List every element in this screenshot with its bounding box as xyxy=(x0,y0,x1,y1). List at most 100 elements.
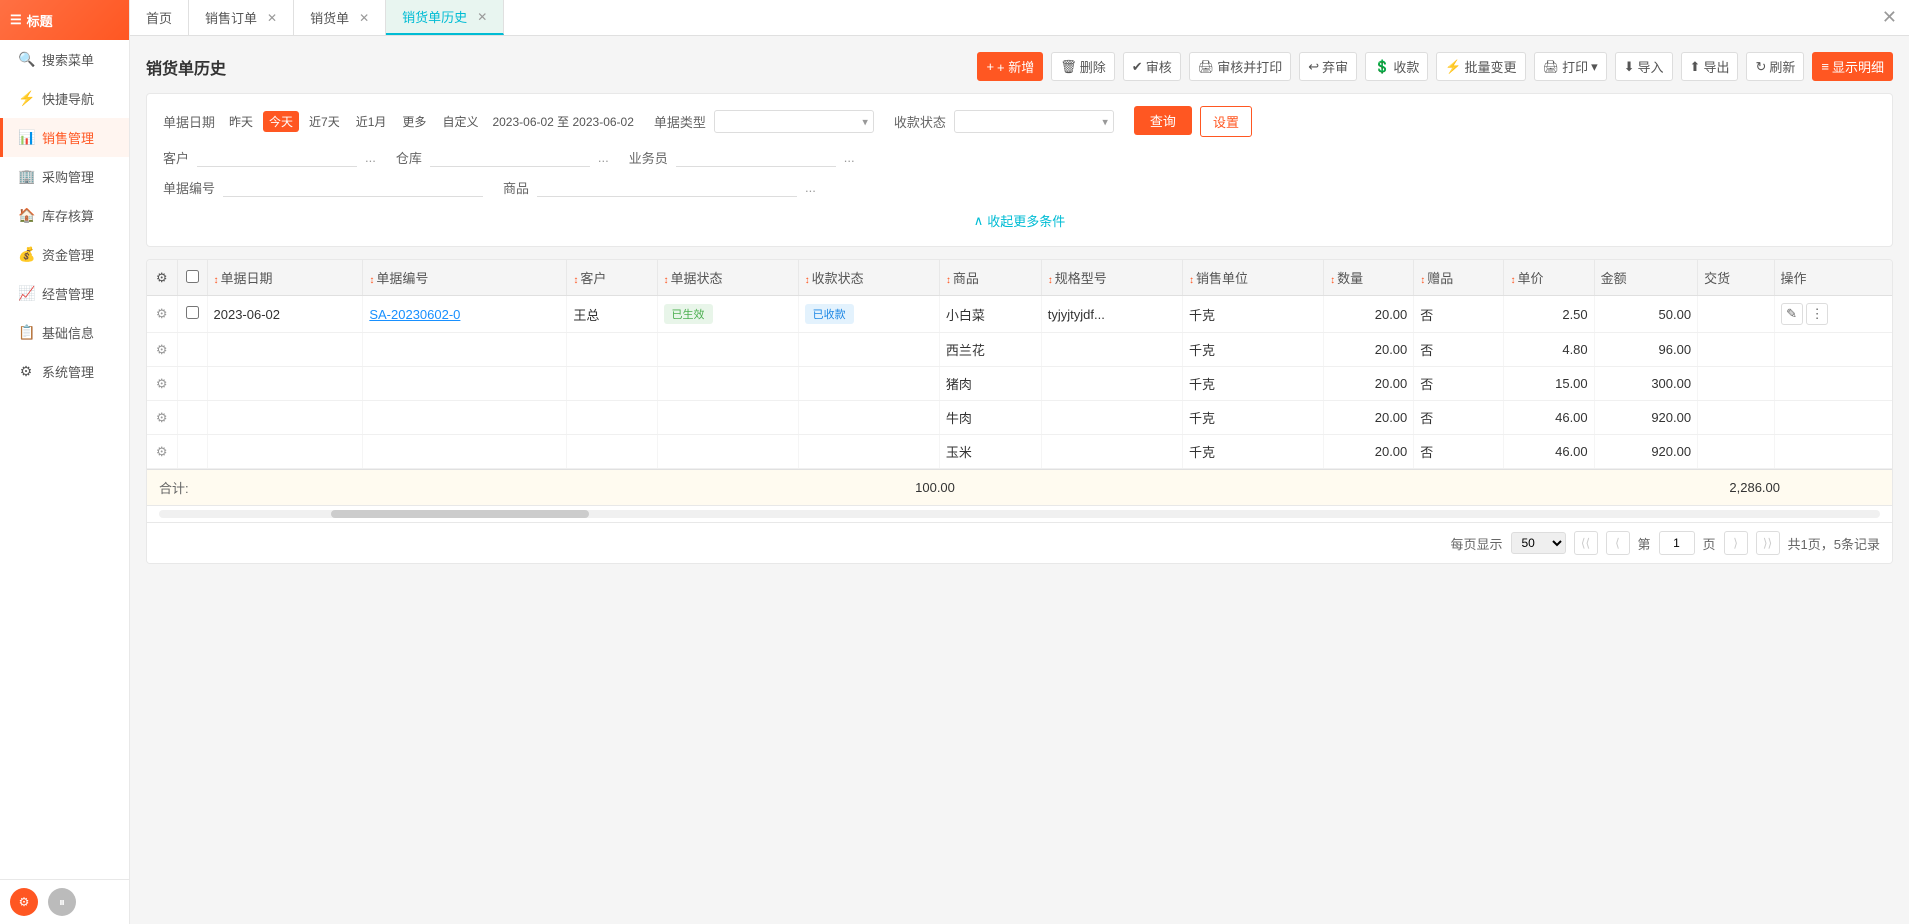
tab-bar: 首页 销售订单 ✕ 销货单 ✕ 销货单历史 ✕ ✕ xyxy=(130,0,1909,36)
date-custom[interactable]: 自定义 xyxy=(436,111,484,132)
row-docstatus: 已生效 xyxy=(657,296,798,333)
row-check[interactable] xyxy=(186,306,199,319)
audit-button[interactable]: ✔ 审核 xyxy=(1123,52,1181,81)
set-button[interactable]: 设置 xyxy=(1200,106,1252,137)
first-page-btn[interactable]: ⟨⟨ xyxy=(1574,531,1598,555)
sidebar-item-basic[interactable]: 📋 基础信息 xyxy=(0,313,129,352)
row-docno[interactable]: SA-20230602-0 xyxy=(363,296,567,333)
collect-button[interactable]: 💲 收款 xyxy=(1365,52,1428,81)
row-checkbox[interactable] xyxy=(177,296,207,333)
close-all-tabs-btn[interactable]: ✕ xyxy=(1870,7,1909,28)
salesperson-ellipsis[interactable]: ... xyxy=(844,150,855,165)
doc-type-select[interactable] xyxy=(714,110,874,133)
query-button[interactable]: 查询 xyxy=(1134,106,1192,135)
collapse-label: 收起更多条件 xyxy=(987,211,1065,230)
row-gift: 否 xyxy=(1414,296,1504,333)
prev-page-btn[interactable]: ⟨ xyxy=(1606,531,1630,555)
footer-total-label: 合计: xyxy=(159,478,189,497)
date-1month[interactable]: 近1月 xyxy=(350,111,393,132)
select-all-checkbox[interactable] xyxy=(186,270,199,283)
sidebar-item-operation[interactable]: 📈 经营管理 xyxy=(0,274,129,313)
row-goods: 玉米 xyxy=(939,435,1041,469)
row-collectstatus: 已收款 xyxy=(798,296,939,333)
sidebar-item-purchase[interactable]: 🏢 采购管理 xyxy=(0,157,129,196)
row-gift: 否 xyxy=(1414,333,1504,367)
edit-action-btn[interactable]: ✎ xyxy=(1781,303,1803,325)
collect-status-select[interactable] xyxy=(954,110,1114,133)
refresh-button[interactable]: ↻ 刷新 xyxy=(1746,52,1804,81)
tab-home[interactable]: 首页 xyxy=(130,0,189,35)
doc-no-input[interactable] xyxy=(223,177,483,197)
row-checkbox[interactable] xyxy=(177,367,207,401)
date-range-value: 2023-06-02 至 2023-06-02 xyxy=(492,113,633,130)
more-action-btn[interactable]: ⋮ xyxy=(1806,303,1828,325)
delete-button[interactable]: 🗑 删除 xyxy=(1051,52,1115,81)
page-size-select[interactable]: 50 100 xyxy=(1511,532,1566,554)
col-amount: 金额 xyxy=(1594,260,1697,296)
filter-salesperson: 业务员 ... xyxy=(629,147,855,167)
sidebar-item-sales[interactable]: 📊 销售管理 xyxy=(0,118,129,157)
date-7days[interactable]: 近7天 xyxy=(303,111,346,132)
tab-sales-delivery-close[interactable]: ✕ xyxy=(359,11,369,25)
row-checkbox[interactable] xyxy=(177,333,207,367)
main-area: 首页 销售订单 ✕ 销货单 ✕ 销货单历史 ✕ ✕ 销货单历史 + + 新增 xyxy=(130,0,1909,924)
show-detail-button[interactable]: ≡ 显示明细 xyxy=(1812,52,1893,81)
scroll-track[interactable] xyxy=(159,510,1880,518)
sidebar-item-inventory[interactable]: 🏠 库存核算 xyxy=(0,196,129,235)
col-action: 操作 xyxy=(1774,260,1892,296)
row-amount: 96.00 xyxy=(1594,333,1697,367)
doc-link[interactable]: SA-20230602-0 xyxy=(369,307,460,322)
print-button[interactable]: 🖨 打印 ▾ xyxy=(1534,52,1607,81)
audit-print-button[interactable]: 🖨 审核并打印 xyxy=(1189,52,1292,81)
row-price: 46.00 xyxy=(1504,435,1594,469)
sidebar-item-finance[interactable]: 💰 资金管理 xyxy=(0,235,129,274)
customer-input[interactable] xyxy=(197,147,357,167)
table-row: ⚙ 猪肉 千克 20.00 否 15.00 300.00 xyxy=(147,367,1892,401)
abandon-button[interactable]: ↩ 弃审 xyxy=(1299,52,1357,81)
import-button[interactable]: ⬇ 导入 xyxy=(1615,52,1673,81)
customer-ellipsis[interactable]: ... xyxy=(365,150,376,165)
warehouse-input[interactable] xyxy=(430,147,590,167)
sidebar-item-quicknav[interactable]: ⚡ 快捷导航 xyxy=(0,79,129,118)
salesperson-input[interactable] xyxy=(676,147,836,167)
row-checkbox[interactable] xyxy=(177,401,207,435)
warehouse-ellipsis[interactable]: ... xyxy=(598,150,609,165)
page-input[interactable] xyxy=(1659,531,1695,555)
collapse-button[interactable]: ∧ 收起更多条件 xyxy=(966,207,1074,234)
date-today[interactable]: 今天 xyxy=(263,111,299,132)
sidebar-item-system[interactable]: ⚙ 系统管理 xyxy=(0,352,129,391)
doc-status-badge: 已生效 xyxy=(664,304,713,324)
tab-sales-delivery[interactable]: 销货单 ✕ xyxy=(294,0,386,35)
batch-change-button[interactable]: ⚡ 批量变更 xyxy=(1436,52,1525,81)
date-more[interactable]: 更多 xyxy=(396,111,432,132)
row-docno xyxy=(363,367,567,401)
row-docstatus xyxy=(657,367,798,401)
sidebar-item-search[interactable]: 🔍 搜索菜单 xyxy=(0,40,129,79)
tab-sales-order[interactable]: 销售订单 ✕ xyxy=(189,0,294,35)
tab-sales-order-close[interactable]: ✕ xyxy=(267,11,277,25)
print-icon: 🖨 xyxy=(1543,59,1560,75)
last-page-btn[interactable]: ⟩⟩ xyxy=(1756,531,1780,555)
row-action: ✎ ⋮ xyxy=(1774,296,1892,333)
row-amount: 920.00 xyxy=(1594,435,1697,469)
date-yesterday[interactable]: 昨天 xyxy=(223,111,259,132)
scroll-thumb[interactable] xyxy=(331,510,589,518)
filter-doc-type: 单据类型 xyxy=(654,110,874,133)
sales-icon: 📊 xyxy=(18,129,34,146)
tab-sales-history[interactable]: 销货单历史 ✕ xyxy=(386,0,504,35)
row-checkbox[interactable] xyxy=(177,435,207,469)
row-gift: 否 xyxy=(1414,401,1504,435)
sidebar-item-purchase-label: 采购管理 xyxy=(42,167,94,186)
goods-ellipsis[interactable]: ... xyxy=(805,180,816,195)
col-trans: 交货 xyxy=(1698,260,1774,296)
tab-sales-history-close[interactable]: ✕ xyxy=(477,10,487,24)
sidebar-pause-btn[interactable]: ⏸ xyxy=(48,888,76,916)
tab-sales-delivery-label: 销货单 xyxy=(310,8,349,27)
sidebar-settings-btn[interactable]: ⚙ xyxy=(10,888,38,916)
checkbox-col-header[interactable] xyxy=(177,260,207,296)
export-button[interactable]: ⬆ 导出 xyxy=(1681,52,1739,81)
next-page-btn[interactable]: ⟩ xyxy=(1724,531,1748,555)
goods-input[interactable] xyxy=(537,177,797,197)
new-button[interactable]: + + 新增 xyxy=(977,52,1043,81)
settings-col-header[interactable]: ⚙ xyxy=(147,260,177,296)
